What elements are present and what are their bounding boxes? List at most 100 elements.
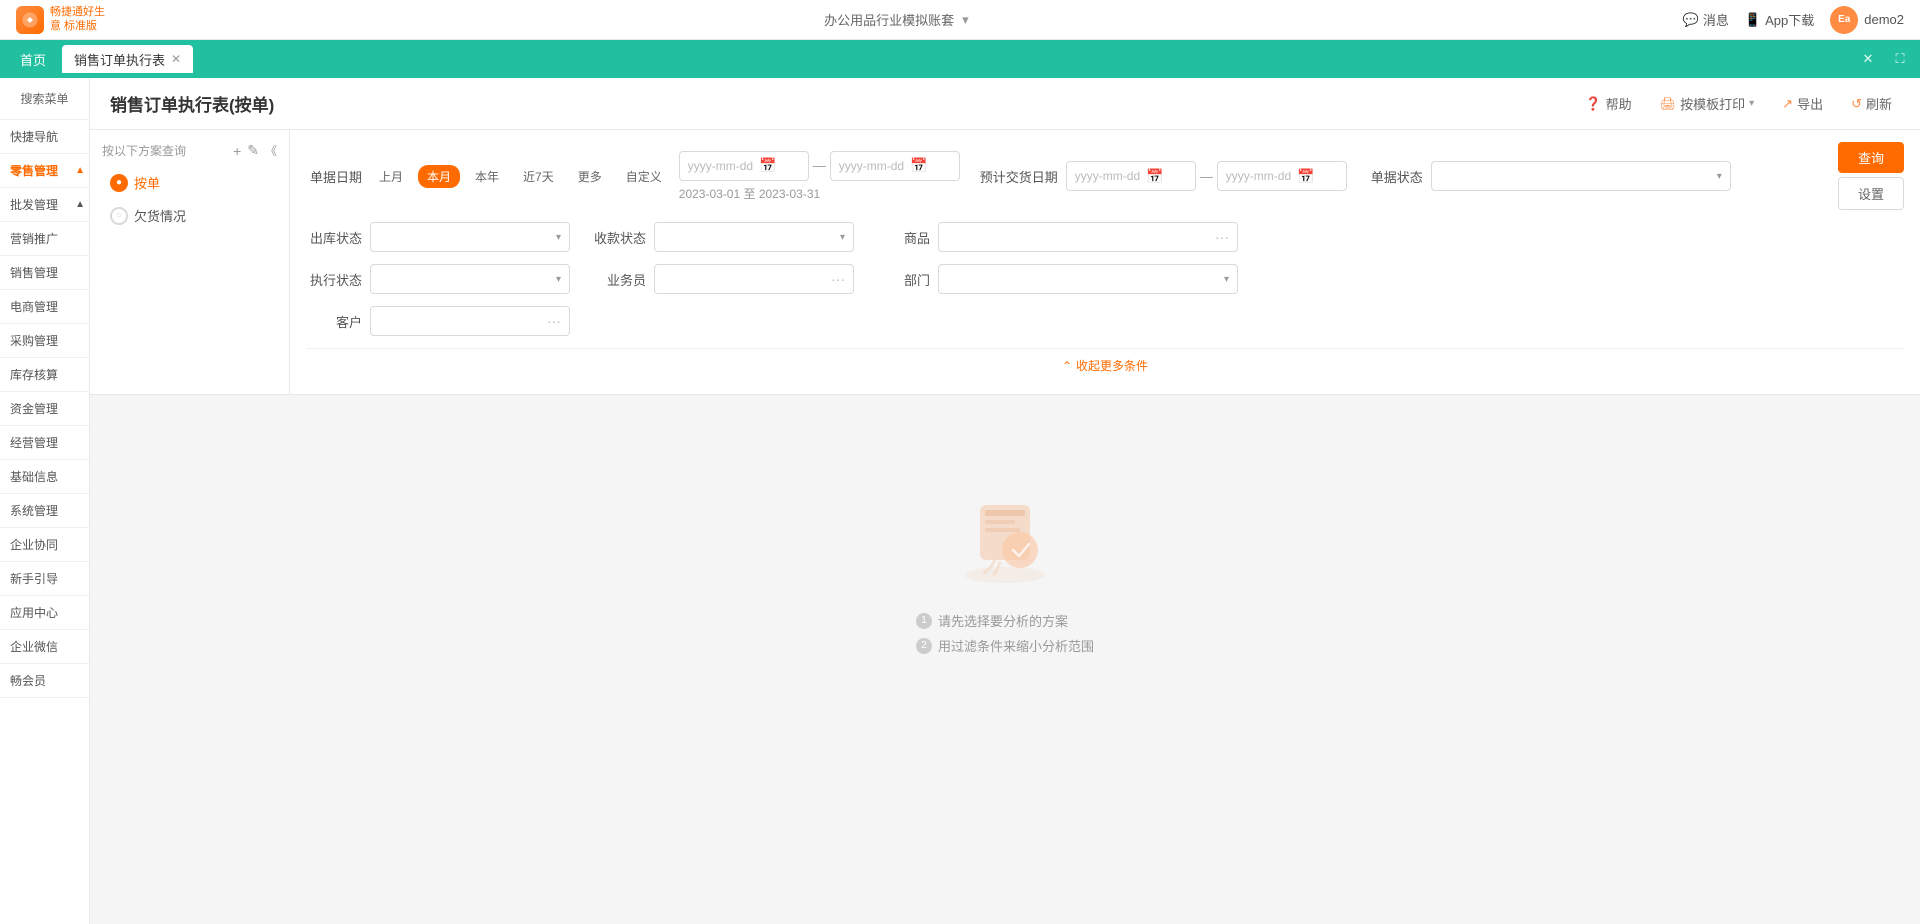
exec-status-group: 执行状态 — [306, 264, 570, 294]
plan-item-by-debt[interactable]: ○ 欠货情况 — [102, 200, 277, 231]
sidebar-item-wholesale[interactable]: 批发管理 ▲ — [0, 188, 89, 221]
payment-status-group: 收款状态 — [590, 222, 854, 252]
quick-last-month-btn[interactable]: 上月 — [370, 165, 412, 188]
customer-select[interactable]: ··· — [370, 306, 570, 336]
tab-close-icon[interactable]: ✕ — [171, 53, 181, 65]
sidebar-item-marketing[interactable]: 营销推广 — [0, 222, 89, 255]
sidebar-item-operation[interactable]: 经营管理 — [0, 426, 89, 459]
sidebar-item-basic[interactable]: 基础信息 — [0, 460, 89, 493]
filter-row-3: 执行状态 业务员 ··· 部门 — [306, 264, 1904, 294]
export-btn[interactable]: ↗ 导出 — [1774, 90, 1831, 117]
wholesale-arrow-icon: ▲ — [75, 199, 85, 210]
exec-status-arrow-icon — [556, 274, 561, 285]
calendar-start-icon: 📅 — [759, 157, 776, 174]
sidebar-item-sales[interactable]: 销售管理 — [0, 256, 89, 289]
query-btn[interactable]: 查询 — [1838, 142, 1904, 173]
payment-select[interactable] — [654, 222, 854, 252]
sidebar-item-apps[interactable]: 应用中心 — [0, 596, 89, 629]
customer-label: 客户 — [306, 312, 362, 331]
empty-tip-1: 1 请先选择要分析的方案 — [916, 611, 1094, 630]
payment-arrow-icon — [840, 232, 845, 243]
sidebar-search[interactable]: 搜索菜单 — [0, 78, 89, 120]
expected-date-start[interactable]: yyyy-mm-dd 📅 — [1066, 161, 1196, 191]
sidebar-wechat-section: 企业微信 — [0, 630, 89, 664]
user-area[interactable]: Ea demo2 — [1830, 6, 1904, 34]
collapse-more-btn[interactable]: ⌃ 收起更多条件 — [306, 348, 1904, 382]
sidebar-item-quick-nav[interactable]: 快捷导航 — [0, 120, 89, 153]
quick-date-buttons: 上月 本月 本年 近7天 更多 自定义 — [370, 165, 671, 188]
help-btn[interactable]: ❓ 帮助 — [1577, 90, 1639, 117]
payment-label: 收款状态 — [590, 228, 646, 247]
customer-group: 客户 ··· — [306, 306, 570, 336]
exec-status-select[interactable] — [370, 264, 570, 294]
app-download-btn[interactable]: 📱 App下载 — [1745, 10, 1814, 29]
sidebar-operation-section: 经营管理 — [0, 426, 89, 460]
tab-sales-exec-label: 销售订单执行表 — [74, 50, 165, 69]
sidebar-item-ecommerce[interactable]: 电商管理 — [0, 290, 89, 323]
outbound-select[interactable] — [370, 222, 570, 252]
dept-select[interactable] — [938, 264, 1238, 294]
sidebar-item-retail[interactable]: 零售管理 ▲ — [0, 154, 89, 187]
sidebar-newbie-section: 新手引导 — [0, 562, 89, 596]
edit-plan-btn[interactable]: ✎ — [247, 142, 259, 159]
page-actions: ❓ 帮助 🖨 按模板打印 ▾ ↗ 导出 ↺ 刷新 — [1577, 90, 1900, 117]
filter-row-4: 客户 ··· — [306, 306, 1904, 336]
tab-home[interactable]: 首页 — [8, 45, 58, 73]
print-btn[interactable]: 🖨 按模板打印 ▾ — [1652, 90, 1763, 117]
sidebar-item-system[interactable]: 系统管理 — [0, 494, 89, 527]
sidebar-item-purchase[interactable]: 采购管理 — [0, 324, 89, 357]
collapse-plan-btn[interactable]: 《 — [265, 142, 277, 159]
expected-date-group: 预计交货日期 yyyy-mm-dd 📅 — yyyy-mm-dd 📅 — [980, 161, 1347, 191]
download-icon: 📱 — [1745, 12, 1761, 28]
logo-area[interactable]: 畅捷通好生意 标准版 — [16, 6, 110, 34]
tab-close-all-btn[interactable]: ✕ — [1856, 47, 1880, 71]
quick-last7-btn[interactable]: 近7天 — [514, 165, 563, 188]
sidebar-item-wechat[interactable]: 企业微信 — [0, 630, 89, 663]
calendar-end-icon: 📅 — [910, 157, 927, 174]
date-start-input[interactable]: yyyy-mm-dd 📅 — [679, 151, 809, 181]
page-title: 销售订单执行表(按单) — [110, 91, 274, 116]
expected-calendar-end-icon: 📅 — [1297, 168, 1314, 185]
sidebar-item-inventory[interactable]: 库存核算 — [0, 358, 89, 391]
plan-item-by-order[interactable]: ● 按单 — [102, 167, 277, 198]
quick-this-month-btn[interactable]: 本月 — [418, 165, 460, 188]
panel-actions: + ✎ 《 — [233, 142, 277, 159]
customer-more-icon[interactable]: ··· — [547, 313, 561, 329]
sidebar-sales-section: 销售管理 — [0, 256, 89, 290]
sidebar-item-corp[interactable]: 企业协同 — [0, 528, 89, 561]
salesperson-select[interactable]: ··· — [654, 264, 854, 294]
date-end-input[interactable]: yyyy-mm-dd 📅 — [830, 151, 960, 181]
sidebar-item-member[interactable]: 畅会员 — [0, 664, 89, 697]
product-select[interactable]: ··· — [938, 222, 1238, 252]
search-menu-label[interactable]: 搜索菜单 — [6, 86, 83, 111]
doc-status-select[interactable] — [1431, 161, 1731, 191]
outbound-status-group: 出库状态 — [306, 222, 570, 252]
refresh-btn[interactable]: ↺ 刷新 — [1843, 90, 1900, 117]
sidebar-item-finance[interactable]: 资金管理 — [0, 392, 89, 425]
product-more-icon[interactable]: ··· — [1215, 229, 1229, 245]
product-label: 商品 — [874, 228, 930, 247]
quick-custom-btn[interactable]: 自定义 — [617, 165, 671, 188]
salesperson-more-icon[interactable]: ··· — [831, 271, 845, 287]
tab-sales-exec[interactable]: 销售订单执行表 ✕ — [62, 45, 193, 73]
logo-text: 畅捷通好生意 标准版 — [50, 6, 110, 32]
print-dropdown-icon: ▾ — [1749, 98, 1754, 109]
sidebar-item-newbie[interactable]: 新手引导 — [0, 562, 89, 595]
dept-arrow-icon — [1224, 274, 1229, 285]
refresh-icon: ↺ — [1851, 96, 1862, 112]
date-range-group: yyyy-mm-dd 📅 — yyyy-mm-dd 📅 — [679, 151, 960, 181]
date-range-text: 2023-03-01 至 2023-03-31 — [679, 185, 960, 202]
settings-btn[interactable]: 设置 — [1838, 177, 1904, 210]
sidebar-retail-section: 零售管理 ▲ — [0, 154, 89, 188]
quick-more-btn[interactable]: 更多 — [569, 165, 611, 188]
add-plan-btn[interactable]: + — [233, 143, 241, 159]
expected-date-end[interactable]: yyyy-mm-dd 📅 — [1217, 161, 1347, 191]
empty-tip-2: 2 用过滤条件来缩小分析范围 — [916, 636, 1094, 655]
message-btn[interactable]: 💬 消息 — [1683, 10, 1729, 29]
quick-this-year-btn[interactable]: 本年 — [466, 165, 508, 188]
date-separator: — — [813, 158, 826, 173]
tab-expand-btn[interactable]: ⛶ — [1888, 47, 1912, 71]
date-filter-group: 单据日期 上月 本月 本年 近7天 更多 自定义 yy — [306, 151, 960, 202]
header-dropdown-icon[interactable]: ▾ — [962, 12, 969, 28]
sidebar-marketing-section: 营销推广 — [0, 222, 89, 256]
